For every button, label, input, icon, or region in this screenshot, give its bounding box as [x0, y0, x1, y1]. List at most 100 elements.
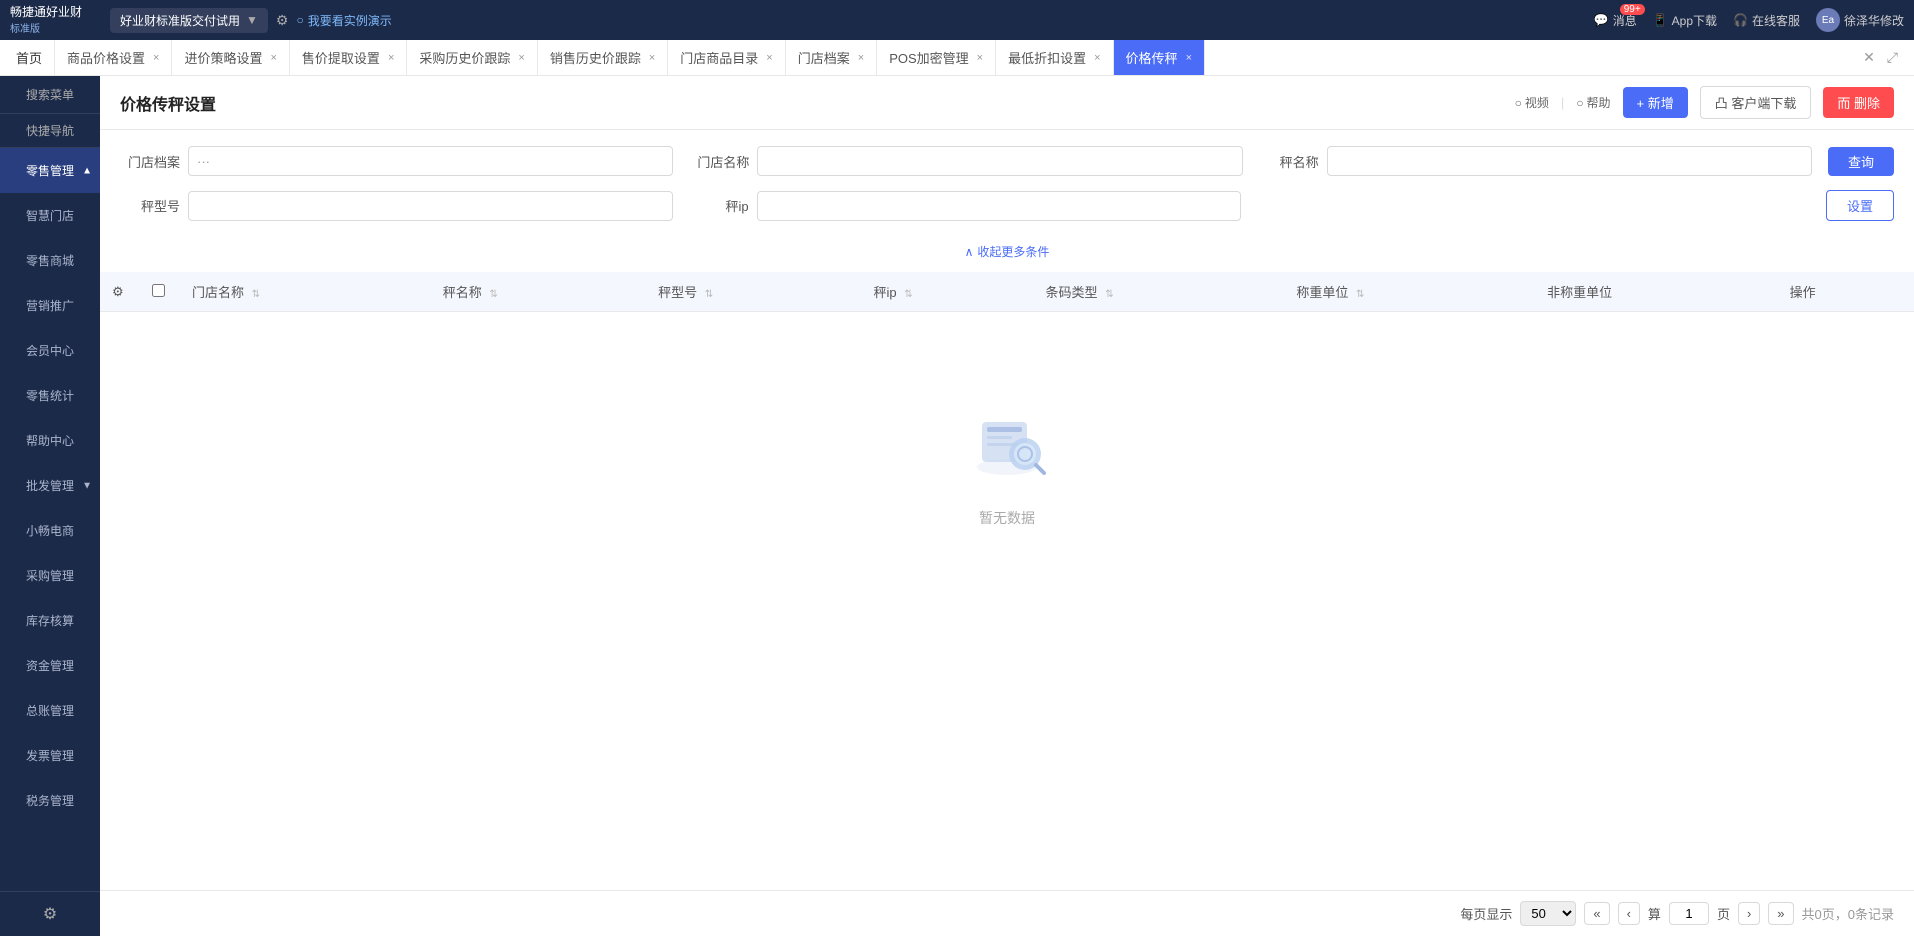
store-name-input[interactable]	[757, 146, 1242, 176]
sidebar-item-retail-stats[interactable]: 零售统计	[0, 373, 100, 418]
message-action[interactable]: 💬 消息 99+	[1594, 12, 1637, 29]
search-form: 门店档案 ··· 门店名称 秤名称 查询	[100, 130, 1914, 272]
th-settings[interactable]: ⚙	[100, 272, 140, 312]
collapse-bar[interactable]: ∧ 收起更多条件	[120, 235, 1894, 272]
tab-expand-btn[interactable]: ⤢	[1883, 45, 1902, 70]
sidebar-item-label: 批发管理	[26, 479, 74, 493]
th-label: 秤名称	[443, 285, 482, 300]
tab-price-settings[interactable]: 商品价格设置 ×	[55, 40, 172, 76]
sidebar-item-invoice[interactable]: 发票管理	[0, 733, 100, 778]
store-selector[interactable]: ···	[188, 146, 673, 176]
settings-button[interactable]: 设置	[1826, 190, 1894, 221]
download-button[interactable]: 凸 客户端下载	[1700, 86, 1812, 119]
th-store-name[interactable]: 门店名称 ⇅	[180, 272, 431, 312]
select-all-checkbox[interactable]	[152, 284, 165, 297]
th-scale-name[interactable]: 秤名称 ⇅	[431, 272, 646, 312]
prev-page-button[interactable]: ‹	[1618, 902, 1640, 925]
scale-model-input[interactable]	[188, 191, 673, 221]
last-page-icon: »	[1777, 906, 1784, 921]
close-icon[interactable]: ×	[858, 52, 864, 64]
app-download-action[interactable]: 📱 App下载	[1653, 12, 1717, 29]
sidebar-item-smart-store[interactable]: 智慧门店	[0, 193, 100, 238]
avatar-initials: Ea	[1822, 15, 1834, 26]
sidebar-item-label: 总账管理	[26, 704, 74, 718]
page-size-select[interactable]: 50 10 20 100	[1520, 901, 1576, 926]
close-icon[interactable]: ×	[1094, 52, 1100, 64]
tab-sale-history[interactable]: 销售历史价跟踪 ×	[538, 40, 668, 76]
last-page-button[interactable]: »	[1768, 902, 1793, 925]
online-service-action[interactable]: 🎧 在线客服	[1733, 12, 1800, 29]
sidebar-item-purchase[interactable]: 采购管理	[0, 553, 100, 598]
demo-link[interactable]: ○ 我要看实例演示	[296, 12, 391, 29]
page-title: 价格传秤设置	[120, 91, 216, 115]
sidebar-item-inventory[interactable]: 库存核算	[0, 598, 100, 643]
tab-sale-extract[interactable]: 售价提取设置 ×	[290, 40, 407, 76]
chevron-down-icon: ▼	[82, 480, 92, 491]
sidebar-item-member[interactable]: 会员中心	[0, 328, 100, 373]
tab-home[interactable]: 首页	[4, 40, 55, 76]
gear-icon[interactable]: ⚙	[43, 906, 57, 923]
sidebar-item-label: 采购管理	[26, 569, 74, 583]
tab-price-scale[interactable]: 价格传秤 ×	[1114, 40, 1205, 76]
tab-label: 门店档案	[798, 48, 850, 67]
add-button[interactable]: + 新增	[1623, 87, 1688, 118]
sidebar-item-tax[interactable]: 税务管理	[0, 778, 100, 823]
close-icon[interactable]: ×	[388, 52, 394, 64]
th-weight-unit[interactable]: 称重单位 ⇅	[1284, 272, 1535, 312]
sidebar-item-finance[interactable]: 资金管理	[0, 643, 100, 688]
sidebar-bottom: ⚙	[0, 891, 100, 936]
sidebar-item-label: 零售管理	[26, 164, 74, 178]
search-menu-label[interactable]: 搜索菜单	[0, 86, 100, 103]
close-icon[interactable]: ×	[153, 52, 159, 64]
sidebar-item-marketing[interactable]: 营销推广	[0, 283, 100, 328]
scale-name-input[interactable]	[1327, 146, 1812, 176]
next-page-icon: ›	[1747, 906, 1751, 921]
quicknav-label: 快捷导航	[0, 122, 100, 139]
first-page-button[interactable]: «	[1584, 902, 1609, 925]
scale-ip-input[interactable]	[757, 191, 1242, 221]
sidebar: 搜索菜单 快捷导航 零售管理 ▲ 智慧门店 零售商城 营销推广 会员中心 零	[0, 76, 100, 936]
top-bar-center: 好业财标准版交付试用 ▼ ⚙ ○ 我要看实例演示	[110, 8, 1594, 33]
sidebar-item-help[interactable]: 帮助中心	[0, 418, 100, 463]
th-scale-ip[interactable]: 秤ip ⇅	[862, 272, 1034, 312]
th-label: 秤型号	[658, 285, 697, 300]
add-label: + 新增	[1637, 93, 1674, 112]
help-link[interactable]: ○ 帮助	[1576, 94, 1610, 111]
next-page-button[interactable]: ›	[1738, 902, 1760, 925]
form-row-1: 门店档案 ··· 门店名称 秤名称 查询	[120, 146, 1894, 176]
close-icon[interactable]: ×	[270, 52, 276, 64]
sidebar-item-wholesale[interactable]: 批发管理 ▼	[0, 463, 100, 508]
close-icon[interactable]: ×	[518, 52, 524, 64]
tab-store-catalog[interactable]: 门店商品目录 ×	[668, 40, 785, 76]
tab-pos-management[interactable]: POS加密管理 ×	[877, 40, 996, 76]
tab-purchase-strategy[interactable]: 进价策略设置 ×	[172, 40, 289, 76]
version-selector[interactable]: 好业财标准版交付试用 ▼	[110, 8, 268, 33]
tab-purchase-history[interactable]: 采购历史价跟踪 ×	[407, 40, 537, 76]
th-barcode-type[interactable]: 条码类型 ⇅	[1034, 272, 1285, 312]
video-link[interactable]: ○ 视频	[1515, 94, 1549, 111]
sidebar-item-retail-mall[interactable]: 零售商城	[0, 238, 100, 283]
user-info[interactable]: Ea 徐泽华修改	[1816, 8, 1904, 32]
sidebar-search[interactable]: 搜索菜单	[0, 76, 100, 114]
close-icon[interactable]: ×	[766, 52, 772, 64]
download-label: 凸 客户端下载	[1715, 93, 1797, 112]
settings-icon[interactable]: ⚙	[276, 12, 289, 29]
delete-button[interactable]: 而 删除	[1823, 87, 1894, 118]
tab-label: 销售历史价跟踪	[550, 48, 641, 67]
close-icon[interactable]: ×	[1186, 52, 1192, 64]
sidebar-item-ledger[interactable]: 总账管理	[0, 688, 100, 733]
page-input[interactable]	[1669, 902, 1709, 925]
tab-store-profile[interactable]: 门店档案 ×	[786, 40, 877, 76]
sidebar-quicknav[interactable]: 快捷导航	[0, 114, 100, 148]
close-icon[interactable]: ×	[649, 52, 655, 64]
sidebar-item-retail[interactable]: 零售管理 ▲	[0, 148, 100, 193]
logo-text-line1: 畅捷通好业财	[10, 5, 82, 19]
th-scale-model[interactable]: 秤型号 ⇅	[646, 272, 861, 312]
sidebar-item-ecommerce[interactable]: 小畅电商	[0, 508, 100, 553]
tab-discount-settings[interactable]: 最低折扣设置 ×	[996, 40, 1113, 76]
tab-close-btn[interactable]: ✕	[1859, 45, 1879, 70]
query-button[interactable]: 查询	[1828, 147, 1894, 176]
store-name-label: 门店名称	[689, 152, 749, 171]
close-icon[interactable]: ×	[977, 52, 983, 64]
scale-name-field: 秤名称	[1259, 146, 1812, 176]
